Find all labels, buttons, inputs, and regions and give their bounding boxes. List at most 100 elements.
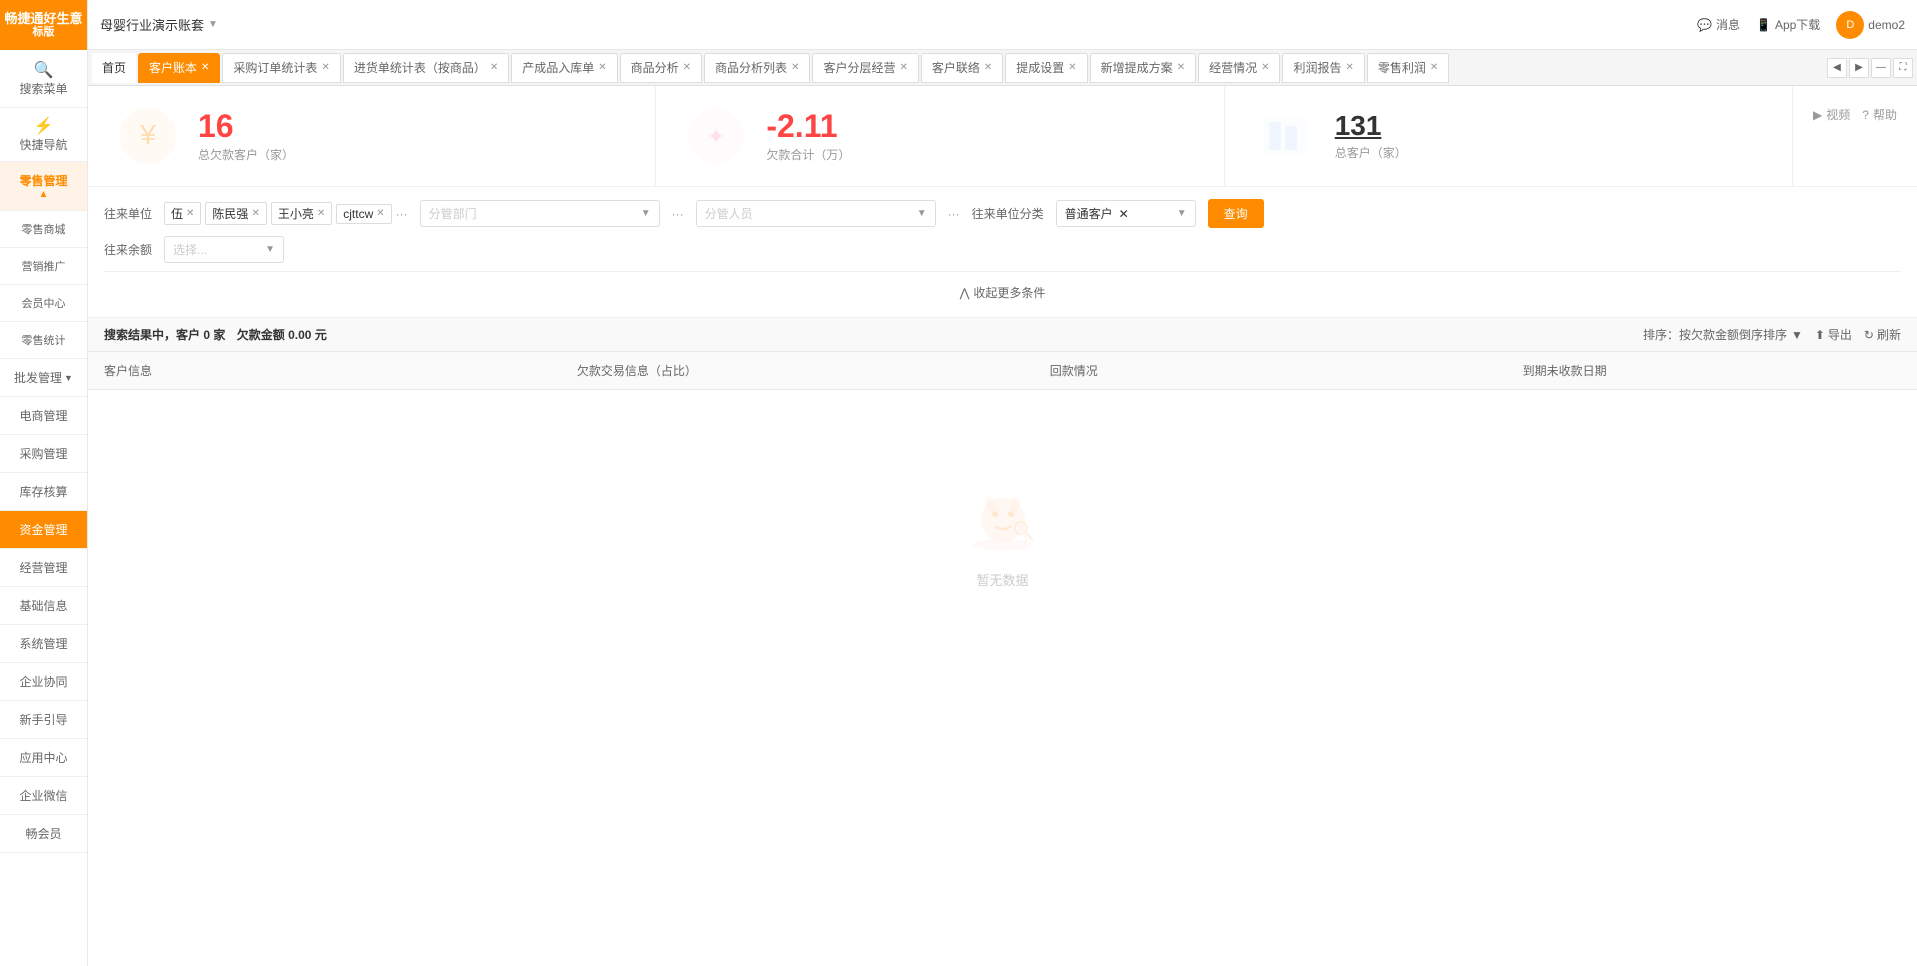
empty-text: 暂无数据 (976, 570, 1028, 589)
filter-bar: 往来单位 伍 ✕ 陈民强 ✕ 王小亮 ✕ cjttcw (88, 187, 1917, 318)
stat-total-customers: 131 总客户（家） (1225, 86, 1793, 186)
sidebar-item-collab[interactable]: 企业协同 (0, 663, 87, 701)
tab-close-icon[interactable]: ✕ (201, 62, 209, 73)
filter-tag-1[interactable]: 陈民强 ✕ (205, 202, 266, 225)
sidebar-item-retail[interactable]: 零售管理 ▲ (0, 162, 87, 211)
tab-close-icon[interactable]: ✕ (1068, 62, 1076, 73)
stats-bar: ¥ 16 总欠款客户（家） ✦ -2.11 欠款合计（万） (88, 86, 1917, 187)
tab-product-analysis[interactable]: 商品分析 ✕ (620, 53, 702, 83)
sidebar-item-ecommerce[interactable]: 电商管理 (0, 397, 87, 435)
tag-close-icon[interactable]: ✕ (251, 208, 259, 219)
tab-close-icon[interactable]: ✕ (490, 62, 498, 73)
sidebar-search[interactable]: 🔍 搜索菜单 (0, 50, 87, 108)
tab-profit-report[interactable]: 利润报告 ✕ (1282, 53, 1364, 83)
stat-debt-total-value: -2.11 (766, 110, 850, 142)
sidebar-item-marketing[interactable]: 营销推广 (0, 248, 87, 285)
person-filter-dots[interactable]: ··· (948, 207, 960, 221)
dept-filter-select[interactable]: 分管部门 ▼ (420, 200, 660, 227)
tab-close-icon[interactable]: ✕ (1346, 62, 1354, 73)
tab-close-icon[interactable]: ✕ (683, 62, 691, 73)
export-button[interactable]: ⬆ 导出 (1815, 326, 1852, 343)
tab-close-icon[interactable]: ✕ (791, 62, 799, 73)
stat-debt-total-label: 欠款合计（万） (766, 146, 850, 163)
tab-purchase-product-stats[interactable]: 进货单统计表（按商品） ✕ (343, 53, 509, 83)
download-icon: 📱 (1756, 18, 1771, 32)
collapse-button[interactable]: ⋀ 收起更多条件 (960, 284, 1046, 301)
account-selector-arrow-icon: ▼ (208, 19, 218, 30)
stat-icon-customers (1255, 106, 1315, 166)
help-button[interactable]: ? 帮助 (1862, 106, 1897, 123)
tab-close-icon[interactable]: ✕ (1261, 62, 1269, 73)
sidebar-item-wholesale[interactable]: 批发管理 ▼ (0, 359, 87, 397)
tab-next-button[interactable]: ▶ (1849, 58, 1869, 78)
tab-add-commission[interactable]: 新增提成方案 ✕ (1090, 53, 1196, 83)
filter-tag-0[interactable]: 伍 ✕ (164, 202, 201, 225)
tab-close-icon[interactable]: ✕ (598, 62, 606, 73)
tab-close-icon[interactable]: ✕ (1430, 62, 1438, 73)
sidebar-item-apps[interactable]: 应用中心 (0, 739, 87, 777)
sidebar-item-basic[interactable]: 基础信息 (0, 587, 87, 625)
stat-debt-total: ✦ -2.11 欠款合计（万） (656, 86, 1224, 186)
sidebar-item-system[interactable]: 系统管理 (0, 625, 87, 663)
dept-select-arrow-icon: ▼ (641, 208, 651, 219)
tab-commission-settings[interactable]: 提成设置 ✕ (1005, 53, 1087, 83)
sidebar-item-retail-stats[interactable]: 零售统计 (0, 322, 87, 359)
tab-customer-ledger[interactable]: 客户账本 ✕ (138, 53, 220, 83)
dept-filter-dots[interactable]: ··· (672, 207, 684, 221)
tab-customer-tier[interactable]: 客户分层经营 ✕ (812, 53, 918, 83)
account-selector[interactable]: 母婴行业演示账套 ▼ (100, 15, 218, 34)
message-button[interactable]: 💬 消息 (1697, 16, 1740, 33)
tab-minimize-button[interactable]: — (1871, 58, 1891, 78)
sort-select[interactable]: 排序：按欠款金额倒序排序 ▼ (1643, 326, 1803, 343)
query-button[interactable]: 查询 (1208, 199, 1264, 228)
tab-close-icon[interactable]: ✕ (1177, 62, 1185, 73)
person-select-arrow-icon: ▼ (917, 208, 927, 219)
tag-close-icon[interactable]: ✕ (376, 208, 384, 219)
sidebar-item-retail-mall[interactable]: 零售商城 (0, 211, 87, 248)
tab-purchase-stats[interactable]: 采购订单统计表 ✕ (222, 53, 340, 83)
col-customer-header: 客户信息 (104, 362, 577, 379)
sidebar-item-member[interactable]: 会员中心 (0, 285, 87, 322)
sidebar-item-purchase[interactable]: 采购管理 (0, 435, 87, 473)
sidebar-item-operation[interactable]: 经营管理 (0, 549, 87, 587)
sidebar-item-wechat[interactable]: 企业微信 (0, 777, 87, 815)
tag-close-icon[interactable]: ✕ (186, 208, 194, 219)
tabbar: 首页 客户账本 ✕ 采购订单统计表 ✕ 进货单统计表（按商品） ✕ 产成品入库单… (88, 50, 1917, 86)
tab-business[interactable]: 经营情况 ✕ (1198, 53, 1280, 83)
tab-retail-profit[interactable]: 零售利润 ✕ (1367, 53, 1449, 83)
col-debt-header: 欠款交易信息（占比） (577, 362, 1050, 379)
sidebar-item-member2[interactable]: 畅会员 (0, 815, 87, 853)
tab-home[interactable]: 首页 (92, 53, 136, 83)
person-filter-select[interactable]: 分管人员 ▼ (696, 200, 936, 227)
sidebar-quick-nav[interactable]: ⚡ 快捷导航 (0, 108, 87, 162)
balance-filter-select[interactable]: 选择... ▼ (164, 236, 284, 263)
filter-tag-3[interactable]: cjttcw ✕ (336, 204, 391, 224)
unit-filter-label: 往来单位 (104, 205, 152, 222)
tag-close-icon[interactable]: ✕ (317, 208, 325, 219)
tab-product-inbound[interactable]: 产成品入库单 ✕ (511, 53, 617, 83)
tab-product-analysis-list[interactable]: 商品分析列表 ✕ (704, 53, 810, 83)
unit-class-label: 往来单位分类 (972, 205, 1044, 222)
app-download-button[interactable]: 📱 App下载 (1756, 16, 1820, 33)
sidebar-item-guide[interactable]: 新手引导 (0, 701, 87, 739)
filter-tag-2[interactable]: 王小亮 ✕ (271, 202, 332, 225)
tab-customer-contact[interactable]: 客户联络 ✕ (921, 53, 1003, 83)
sidebar-item-finance[interactable]: 资金管理 (0, 511, 87, 549)
topbar-left: 母婴行业演示账套 ▼ (100, 15, 218, 34)
filter-more-button[interactable]: ··· (396, 207, 408, 221)
tab-close-icon[interactable]: ✕ (321, 62, 329, 73)
refresh-button[interactable]: ↻ 刷新 (1864, 326, 1901, 343)
search-result-text: 搜索结果中，客户 0 家 欠款金额 0.00 元 (104, 326, 327, 343)
video-help-button[interactable]: ▶ 视频 (1813, 106, 1850, 123)
search-result-actions: 排序：按欠款金额倒序排序 ▼ ⬆ 导出 ↻ 刷新 (1643, 326, 1901, 343)
tab-close-icon[interactable]: ✕ (899, 62, 907, 73)
app-logo: 畅捷通好生意 标版 (0, 0, 87, 50)
unit-class-tag-close-icon[interactable]: ✕ (1119, 207, 1129, 221)
tab-close-icon[interactable]: ✕ (984, 62, 992, 73)
collapse-section: ⋀ 收起更多条件 (104, 271, 1901, 305)
user-profile[interactable]: D demo2 (1836, 11, 1905, 39)
tab-prev-button[interactable]: ◀ (1827, 58, 1847, 78)
sidebar-item-inventory[interactable]: 库存核算 (0, 473, 87, 511)
unit-class-select[interactable]: 普通客户 ✕ ▼ (1056, 200, 1196, 227)
tab-maximize-button[interactable]: ⛶ (1893, 58, 1913, 78)
